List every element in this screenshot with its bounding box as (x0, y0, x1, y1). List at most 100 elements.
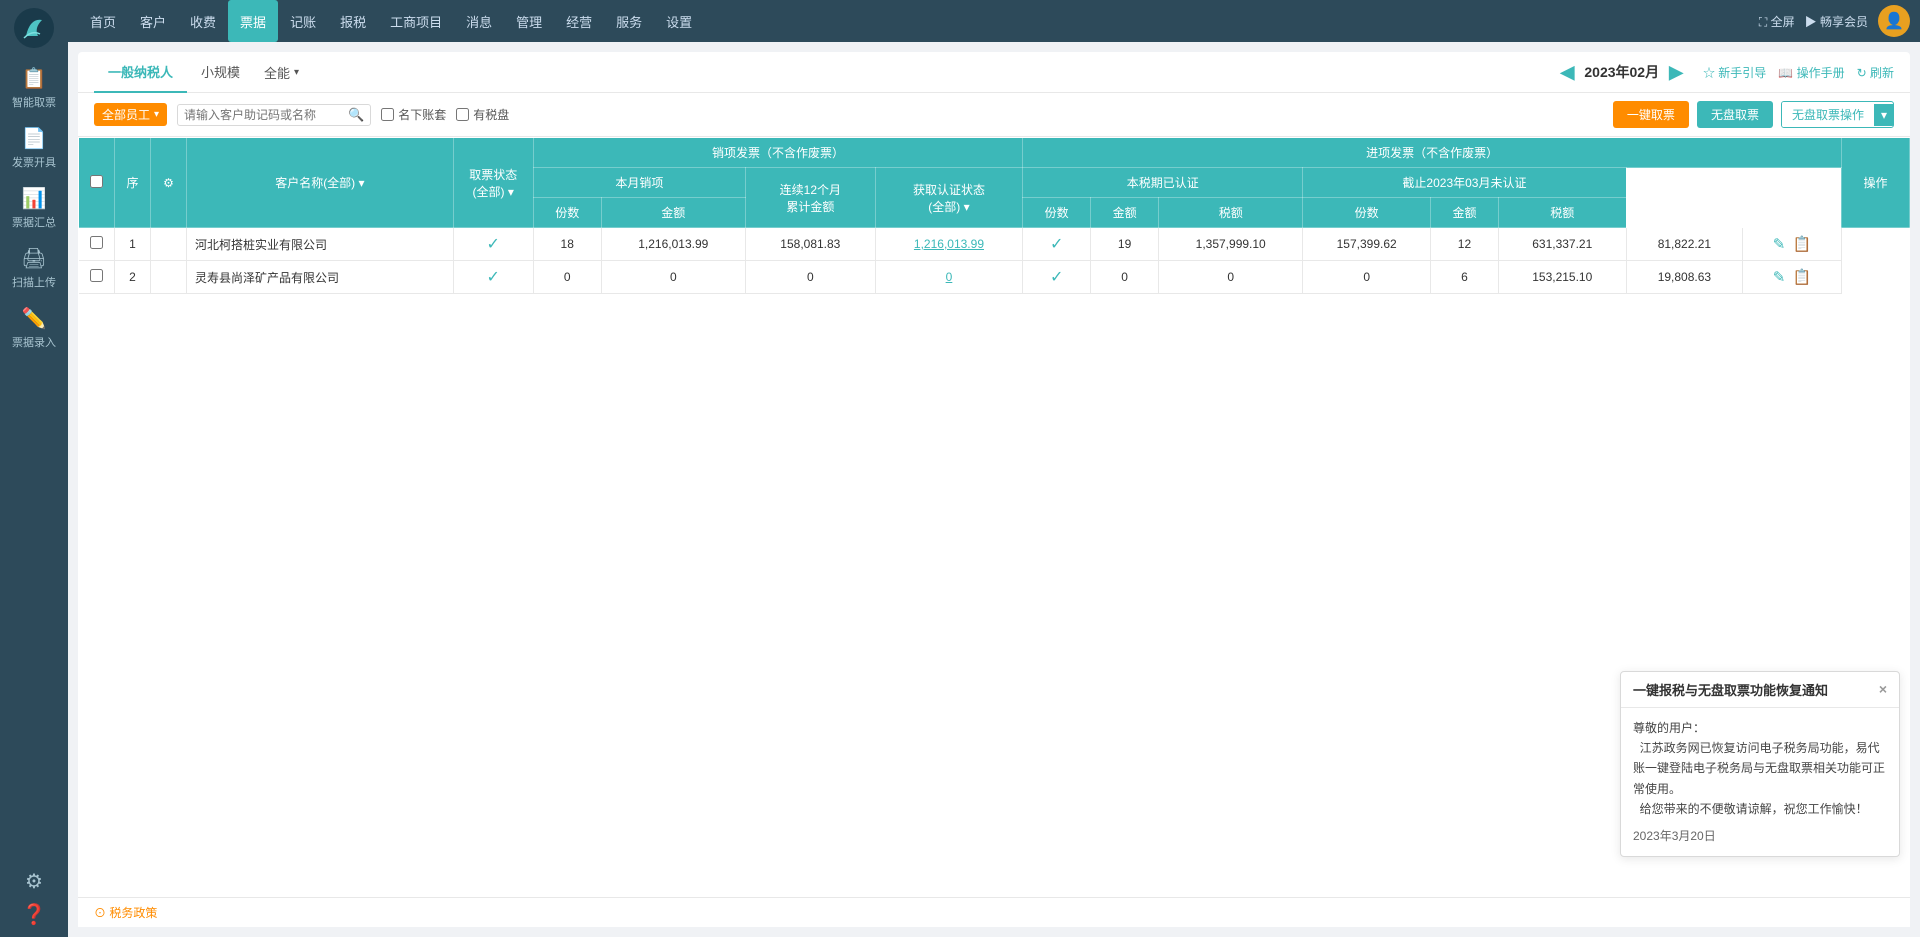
new-guide-link[interactable]: ☆ 新手引导 (1703, 64, 1766, 81)
tab-general-taxpayer[interactable]: 一般纳税人 (94, 52, 187, 93)
logo[interactable] (14, 8, 54, 48)
table-col-uncert-count: 份数 (1303, 198, 1431, 228)
row-cert-count: 19 (1091, 228, 1159, 261)
row-uncert-amount: 153,215.10 (1498, 261, 1626, 294)
row-checkbox-cell[interactable] (79, 228, 115, 261)
status-icon: ✓ (487, 269, 500, 286)
table-row: 2 灵寿县尚泽矿产品有限公司 ✓ 0 0 0 0 ✓ 0 0 0 6 153,2… (79, 261, 1910, 294)
notification-header: 一键报税与无盘取票功能恢复通知 × (1621, 672, 1899, 708)
table-header-num: 序 (115, 138, 151, 228)
employee-select[interactable]: 全部员工 ▾ (94, 103, 167, 126)
taxdisk-checkbox[interactable] (456, 108, 469, 121)
sidebar-item-smart-ticket[interactable]: 📋 智能取票 (0, 58, 68, 118)
diskless-ticket-button[interactable]: 无盘取票 (1697, 101, 1773, 128)
row-cumulative: 0 (875, 261, 1022, 294)
row-cumulative: 1,216,013.99 (875, 228, 1022, 261)
tab-all[interactable]: 全能 ▾ (254, 53, 309, 92)
notification-title: 一键报税与无盘取票功能恢复通知 (1633, 680, 1828, 699)
cert-status-icon: ✓ (1050, 236, 1063, 253)
table-header-sales-group: 销项发票（不含作废票） (533, 138, 1022, 168)
edit-icon[interactable]: ✎ (1773, 269, 1786, 286)
nav-service[interactable]: 服务 (604, 0, 654, 42)
cumulative-link[interactable]: 0 (946, 270, 953, 284)
nav-message[interactable]: 消息 (454, 0, 504, 42)
table-col-cert-tax: 税额 (1159, 198, 1303, 228)
employee-select-arrow-icon: ▾ (154, 109, 159, 120)
diskless-ops-button[interactable]: 无盘取票操作 ▾ (1781, 101, 1894, 128)
table-header-ticket-status: 取票状态(全部) ▾ (453, 138, 533, 228)
checkbox-tax-disk[interactable]: 有税盘 (456, 106, 509, 123)
detail-icon[interactable]: 📋 (1793, 269, 1812, 286)
nav-business[interactable]: 工商项目 (378, 0, 454, 42)
diskless-ops-arrow-icon[interactable]: ▾ (1874, 104, 1893, 126)
checkbox-account[interactable]: 名下账套 (381, 106, 446, 123)
cert-status-icon: ✓ (1050, 269, 1063, 286)
notification-popup: 一键报税与无盘取票功能恢复通知 × 尊敬的用户： 江苏政务网已恢复访问电子税务局… (1620, 671, 1900, 857)
scan-upload-icon: 🖨 (21, 246, 46, 271)
prev-month-button[interactable]: ◀ (1561, 62, 1575, 83)
nav-operation[interactable]: 经营 (554, 0, 604, 42)
manual-link[interactable]: 📖 操作手册 (1778, 64, 1844, 81)
notification-text: 尊敬的用户： 江苏政务网已恢复访问电子税务局功能，易代账一键登陆电子税务局与无盘… (1633, 718, 1887, 820)
table-col-sales-count: 份数 (533, 198, 601, 228)
search-input[interactable] (184, 108, 344, 122)
member-button[interactable]: ▶ 畅享会员 (1805, 13, 1868, 30)
tabs-bar: 一般纳税人 小规模 全能 ▾ ◀ 2023年02月 ▶ ☆ 新手引导 📖 操作手… (78, 52, 1910, 93)
cumulative-link[interactable]: 1,216,013.99 (914, 237, 984, 251)
table-row: 1 河北柯搭桩实业有限公司 ✓ 18 1,216,013.99 158,081.… (79, 228, 1910, 261)
table-header-customer: 客户名称(全部) ▾ (187, 138, 454, 228)
next-month-button[interactable]: ▶ (1669, 62, 1683, 83)
sidebar-item-ticket-summary[interactable]: 📊 票据汇总 (0, 178, 68, 238)
current-month-label: 2023年02月 (1584, 62, 1659, 82)
row-settings (151, 261, 187, 294)
table-subheader-certified: 本税期已认证 (1023, 168, 1303, 198)
ticket-summary-icon: 📊 (22, 186, 47, 211)
row-actions: ✎ 📋 (1743, 261, 1842, 294)
row-cert-amount: 0 (1159, 261, 1303, 294)
notification-date: 2023年3月20日 (1633, 826, 1887, 846)
table-col-uncert-amount: 金额 (1430, 198, 1498, 228)
row-uncert-count: 6 (1430, 261, 1498, 294)
nav-manage[interactable]: 管理 (504, 0, 554, 42)
notification-close-button[interactable]: × (1879, 681, 1887, 697)
settings-icon[interactable]: ⚙ (25, 869, 43, 894)
row-cert-tax: 0 (1303, 261, 1431, 294)
table-header-check[interactable] (79, 138, 115, 228)
table-subheader-uncertified: 截止2023年03月未认证 (1303, 168, 1626, 198)
tab-small-scale[interactable]: 小规模 (187, 52, 254, 93)
help-icon[interactable]: ❓ (22, 902, 47, 927)
sidebar-item-ticket-entry[interactable]: ✏️ 票据录入 (0, 298, 68, 358)
month-navigation: ◀ 2023年02月 ▶ (1561, 62, 1683, 83)
fullscreen-button[interactable]: ⛶ 全屏 (1759, 13, 1795, 30)
account-checkbox[interactable] (381, 108, 394, 121)
row-checkbox[interactable] (90, 236, 103, 249)
row-sales-amount: 1,216,013.99 (601, 228, 745, 261)
row-sales-amount: 0 (601, 261, 745, 294)
nav-fee[interactable]: 收费 (178, 0, 228, 42)
row-checkbox-cell[interactable] (79, 261, 115, 294)
detail-icon[interactable]: 📋 (1793, 236, 1812, 253)
row-sales-tax: 0 (745, 261, 875, 294)
nav-ticket[interactable]: 票据 (228, 0, 278, 42)
nav-tax[interactable]: 报税 (328, 0, 378, 42)
tax-policy-footer[interactable]: ⊙ 税务政策 (78, 897, 1910, 927)
row-cert-status: ✓ (1023, 228, 1091, 261)
user-avatar[interactable]: 👤 (1878, 5, 1910, 37)
nav-customer[interactable]: 客户 (128, 0, 178, 42)
edit-icon[interactable]: ✎ (1773, 236, 1786, 253)
nav-settings[interactable]: 设置 (654, 0, 704, 42)
nav-bookkeeping[interactable]: 记账 (278, 0, 328, 42)
select-all-checkbox[interactable] (90, 175, 103, 188)
table-col-sales-amount: 金额 (601, 198, 745, 228)
sidebar-item-invoice-open[interactable]: 📄 发票开具 (0, 118, 68, 178)
search-icon[interactable]: 🔍 (348, 107, 364, 123)
row-uncert-count: 12 (1430, 228, 1498, 261)
nav-home[interactable]: 首页 (78, 0, 128, 42)
ticket-entry-icon: ✏️ (22, 306, 47, 331)
refresh-link[interactable]: ↻ 刷新 (1857, 64, 1894, 81)
topnav-right: ⛶ 全屏 ▶ 畅享会员 👤 (1759, 5, 1910, 37)
status-icon: ✓ (487, 236, 500, 253)
row-checkbox[interactable] (90, 269, 103, 282)
sidebar-item-scan-upload[interactable]: 🖨 扫描上传 (0, 238, 68, 298)
one-key-ticket-button[interactable]: 一键取票 (1613, 101, 1689, 128)
